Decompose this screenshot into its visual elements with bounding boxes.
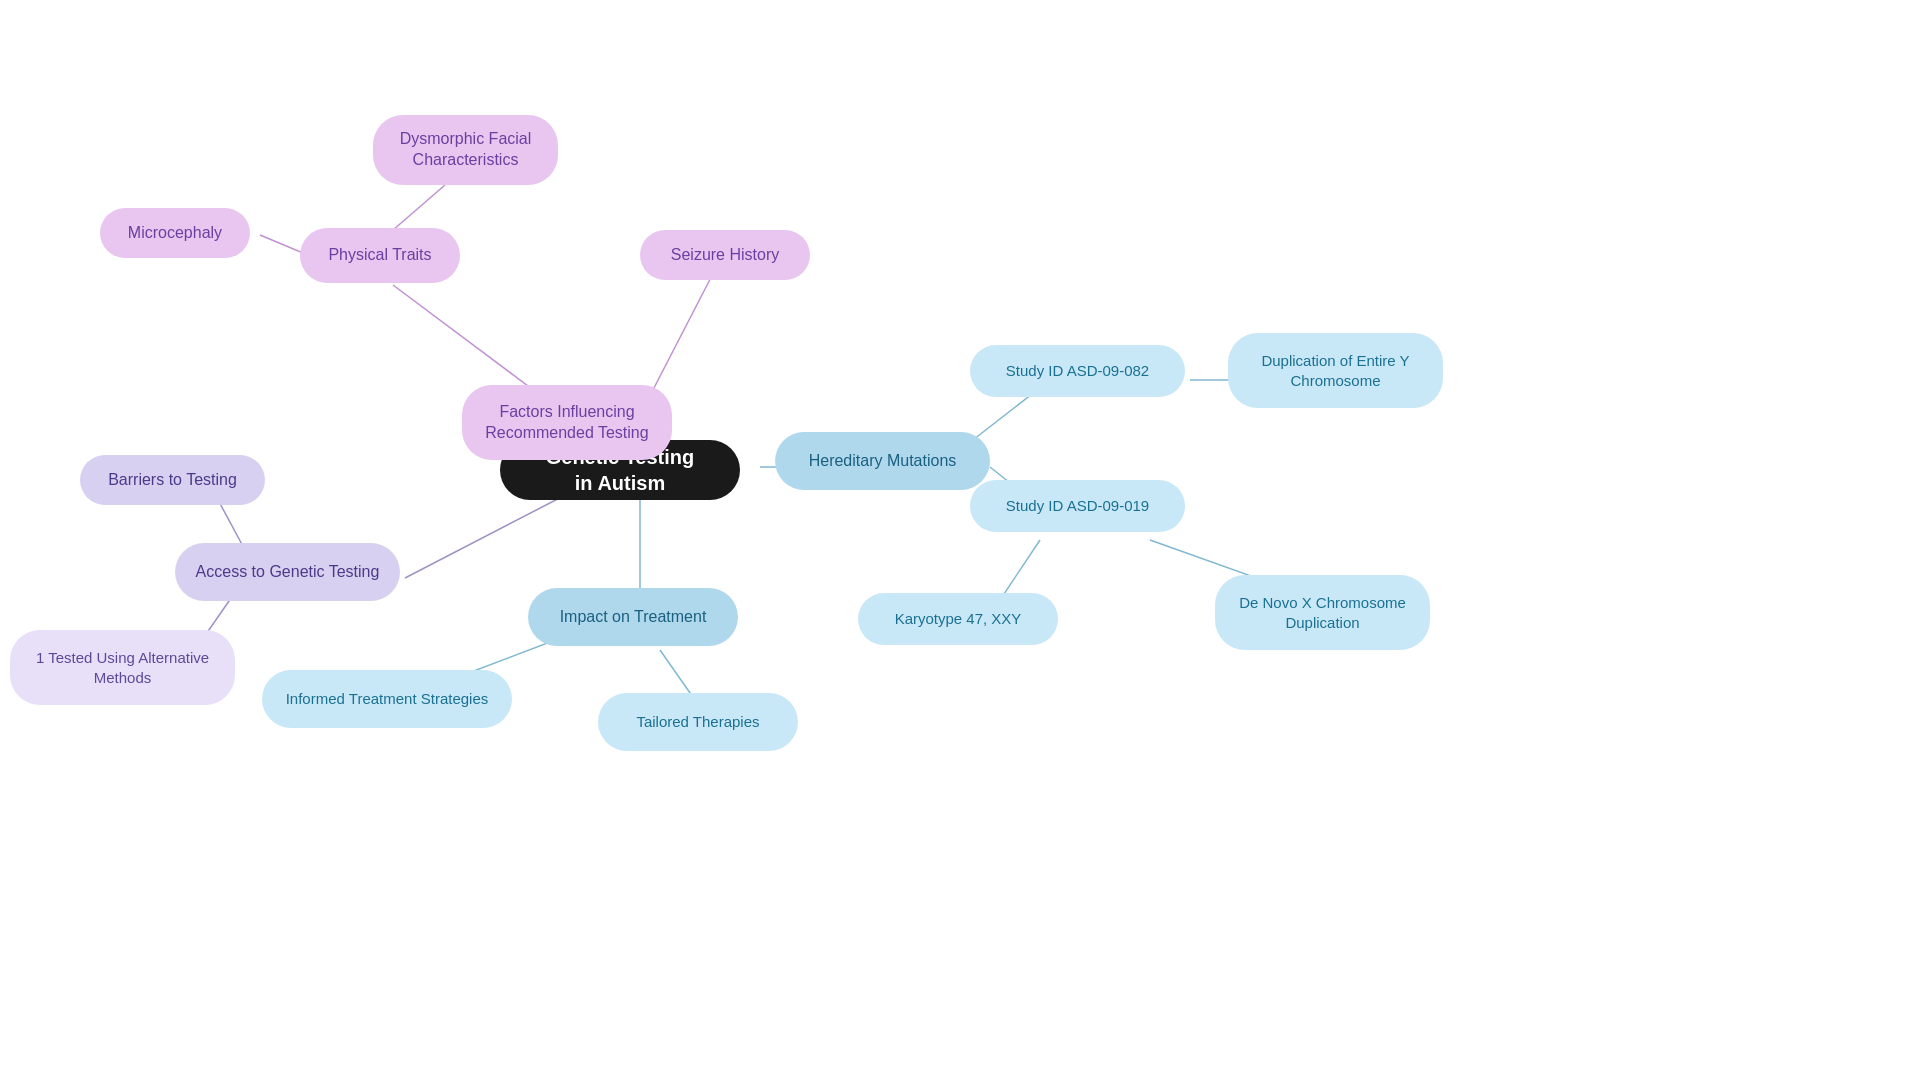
seizure-history-node: Seizure History <box>640 230 810 280</box>
tailored-therapies-label: Tailored Therapies <box>636 712 759 732</box>
physical-traits-label: Physical Traits <box>328 245 431 266</box>
karyotype-node: Karyotype 47, XXY <box>858 593 1058 645</box>
svg-line-5 <box>405 490 575 578</box>
barriers-label: Barriers to Testing <box>108 470 237 491</box>
study-019-label: Study ID ASD-09-019 <box>1006 496 1149 516</box>
factors-influencing-node: Factors Influencing Recommended Testing <box>462 385 672 460</box>
microcephaly-node: Microcephaly <box>100 208 250 258</box>
hereditary-label: Hereditary Mutations <box>809 451 957 472</box>
dysmorphic-node: Dysmorphic Facial Characteristics <box>373 115 558 185</box>
tested-alternative-node: 1 Tested Using Alternative Methods <box>10 630 235 705</box>
de-novo-x-node: De Novo X Chromosome Duplication <box>1215 575 1430 650</box>
study-asd-082-node: Study ID ASD-09-082 <box>970 345 1185 397</box>
access-genetic-testing-node: Access to Genetic Testing <box>175 543 400 601</box>
study-082-label: Study ID ASD-09-082 <box>1006 361 1149 381</box>
study-asd-019-node: Study ID ASD-09-019 <box>970 480 1185 532</box>
svg-line-2 <box>393 185 445 230</box>
duplication-y-node: Duplication of Entire Y Chromosome <box>1228 333 1443 408</box>
barriers-to-testing-node: Barriers to Testing <box>80 455 265 505</box>
factors-influencing-label: Factors Influencing Recommended Testing <box>485 402 648 444</box>
dysmorphic-label: Dysmorphic Facial Characteristics <box>400 129 532 171</box>
microcephaly-label: Microcephaly <box>128 223 222 244</box>
tailored-therapies-node: Tailored Therapies <box>598 693 798 751</box>
duplication-y-label: Duplication of Entire Y Chromosome <box>1261 351 1409 390</box>
informed-treatment-label: Informed Treatment Strategies <box>286 689 489 709</box>
physical-traits-node: Physical Traits <box>300 228 460 283</box>
karyotype-label: Karyotype 47, XXY <box>895 609 1022 629</box>
informed-treatment-node: Informed Treatment Strategies <box>262 670 512 728</box>
impact-label: Impact on Treatment <box>560 607 707 628</box>
impact-treatment-node: Impact on Treatment <box>528 588 738 646</box>
svg-line-1 <box>393 285 540 395</box>
svg-line-15 <box>1000 540 1040 600</box>
hereditary-mutations-node: Hereditary Mutations <box>775 432 990 490</box>
de-novo-label: De Novo X Chromosome Duplication <box>1239 593 1406 632</box>
access-label: Access to Genetic Testing <box>196 562 380 583</box>
seizure-history-label: Seizure History <box>671 245 779 266</box>
tested-alternative-label: 1 Tested Using Alternative Methods <box>36 648 209 687</box>
